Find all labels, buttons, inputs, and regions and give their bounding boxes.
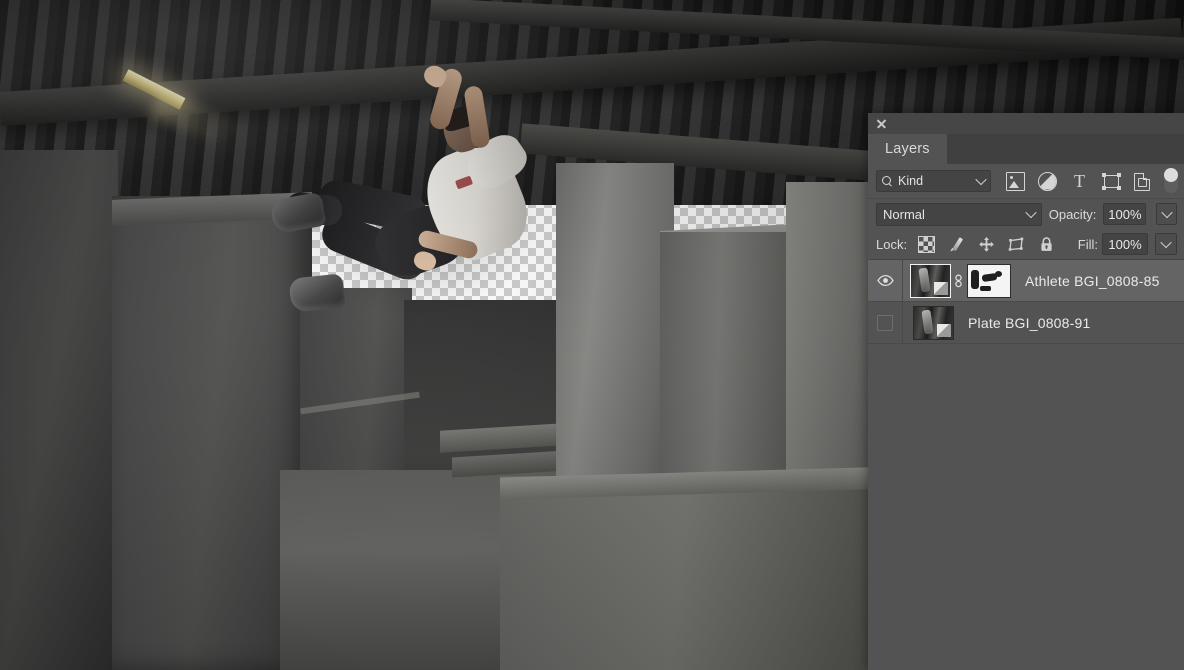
fill-value: 100% — [1108, 236, 1142, 252]
opacity-stepper[interactable] — [1156, 203, 1177, 225]
photoshop-window: Layers Kind T Normal Opacity: 100% Lock:… — [0, 0, 1184, 670]
artboard-icon[interactable] — [1008, 236, 1025, 253]
layer-thumbnail[interactable] — [910, 263, 951, 298]
fill-label: Fill: — [1077, 236, 1098, 252]
fill-stepper[interactable] — [1155, 233, 1177, 255]
brush-icon[interactable] — [948, 236, 965, 253]
layers-panel: Layers Kind T Normal Opacity: 100% Lock:… — [868, 113, 1184, 670]
fill-input[interactable]: 100% — [1102, 233, 1148, 255]
layer-filter-row: Kind T — [868, 164, 1184, 199]
blend-mode-dropdown[interactable]: Normal — [876, 202, 1042, 226]
eye-icon — [876, 275, 894, 286]
panel-titlebar — [868, 113, 1184, 134]
image-icon[interactable] — [1006, 171, 1025, 191]
filter-kind-dropdown[interactable]: Kind — [876, 170, 991, 192]
lock-label: Lock: — [876, 236, 908, 252]
blend-mode-row: Normal Opacity: 100% — [868, 199, 1184, 229]
shape-icon[interactable] — [1102, 172, 1121, 191]
checkerboard-icon[interactable] — [918, 235, 936, 253]
opacity-label: Opacity: — [1048, 206, 1097, 222]
toggle-knob — [1164, 168, 1178, 182]
filter-type-icons: T — [1006, 171, 1150, 191]
filter-kind-label: Kind — [898, 174, 924, 188]
link-icon[interactable] — [951, 273, 966, 289]
type-t-icon[interactable]: T — [1070, 171, 1089, 191]
layer-name: Athlete BGI_0808-85 — [1025, 272, 1160, 289]
table-row[interactable]: Plate BGI_0808-91 — [868, 302, 1184, 344]
smart-object-icon[interactable] — [1134, 172, 1150, 191]
fill-controls: Fill: 100% — [1078, 233, 1177, 255]
lock-row: Lock: Fill: 100% — [868, 229, 1184, 260]
tab-layers-label: Layers — [885, 141, 930, 157]
half-circle-icon[interactable] — [1038, 171, 1057, 191]
padlock-icon[interactable] — [1038, 236, 1055, 253]
chevron-down-icon — [1160, 236, 1172, 249]
chevron-down-icon — [1161, 206, 1173, 219]
layer-name: Plate BGI_0808-91 — [968, 314, 1091, 331]
layer-mask-thumbnail[interactable] — [967, 263, 1011, 298]
filter-enable-toggle[interactable] — [1164, 168, 1178, 193]
close-icon[interactable] — [875, 117, 888, 130]
layer-visibility-toggle[interactable] — [868, 302, 903, 343]
layers-list[interactable]: Athlete BGI_0808-85 Plate BGI_0808-91 — [868, 260, 1184, 670]
blend-mode-value: Normal — [883, 206, 925, 222]
tab-layers[interactable]: Layers — [868, 134, 947, 164]
opacity-value: 100% — [1108, 206, 1142, 222]
eye-off-icon — [877, 314, 893, 331]
athlete-shoe — [288, 273, 346, 313]
chevron-down-icon — [975, 173, 987, 186]
layer-visibility-toggle[interactable] — [868, 260, 903, 301]
opacity-input[interactable]: 100% — [1103, 203, 1147, 225]
table-row[interactable]: Athlete BGI_0808-85 — [868, 260, 1184, 302]
panel-tab-row: Layers — [868, 134, 1184, 164]
layer-thumbnail[interactable] — [913, 305, 954, 340]
move-arrows-icon[interactable] — [978, 236, 995, 253]
chevron-down-icon — [1025, 206, 1037, 219]
search-icon — [882, 175, 893, 187]
lock-icon-group — [918, 235, 1055, 253]
